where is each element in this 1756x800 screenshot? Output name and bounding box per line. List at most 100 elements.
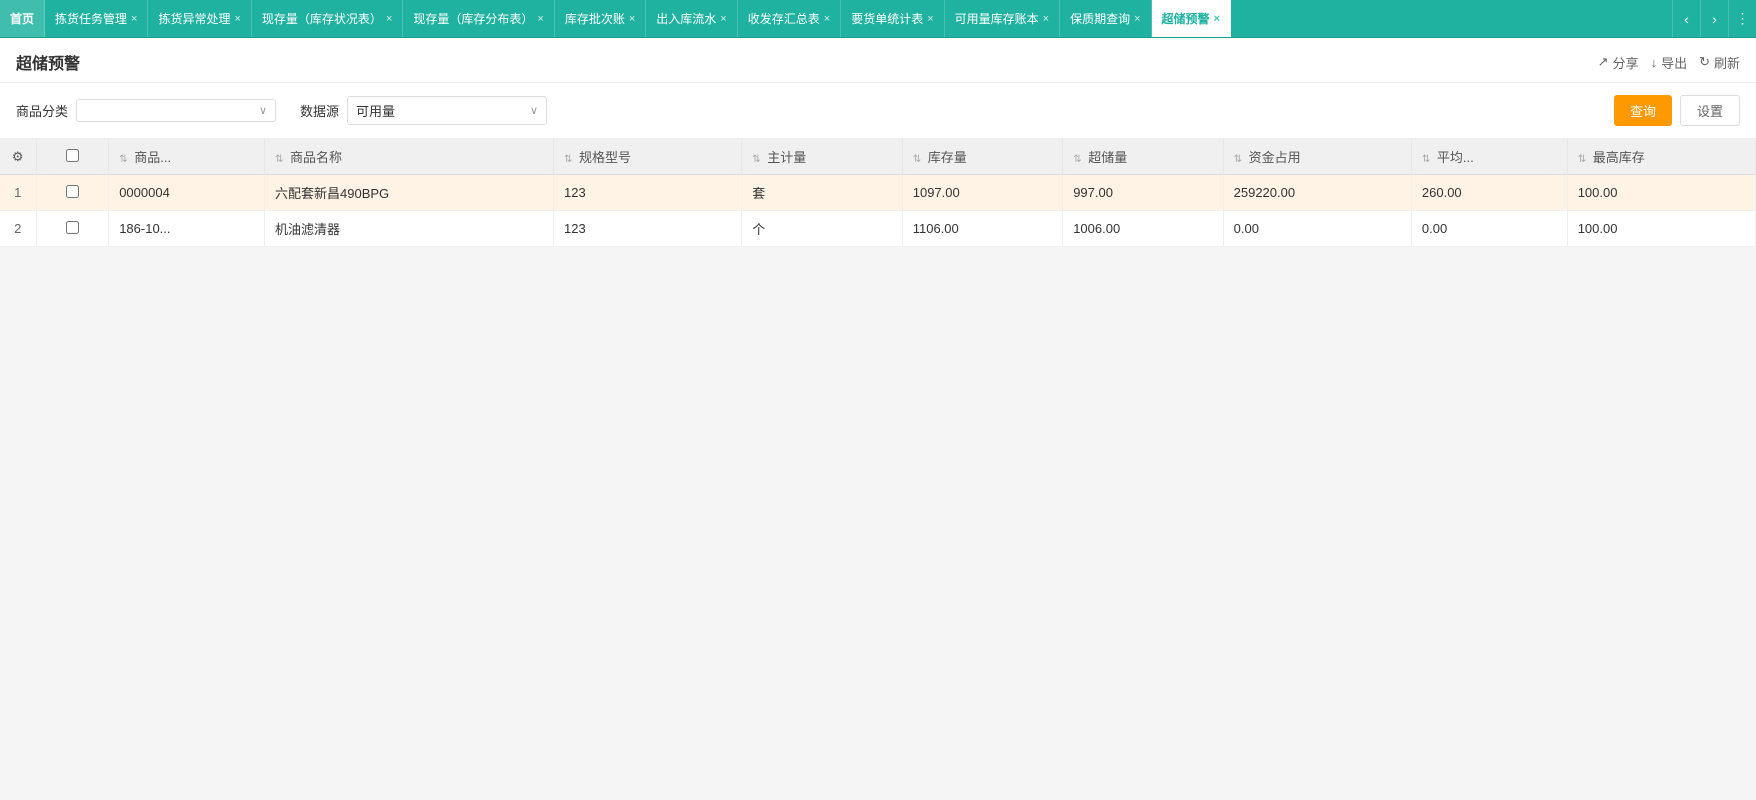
column-overstock[interactable]: ⇅ 超储量	[1063, 139, 1223, 175]
filter-area: 商品分类 ∨ 数据源 可用量 ∨ 查询 设置	[0, 83, 1756, 139]
datasource-filter-group: 数据源 可用量 ∨	[300, 96, 547, 125]
nav-tab-task[interactable]: 拣货任务管理 ×	[45, 0, 148, 37]
table-row: 2186-10...机油滤清器123个1106.001006.000.000.0…	[0, 211, 1756, 247]
export-button[interactable]: ↓ 导出	[1651, 53, 1688, 72]
nav-tab-inventory-status[interactable]: 现存量（库存状况表） ×	[252, 0, 403, 37]
datasource-select[interactable]: 可用量 ∨	[347, 96, 547, 125]
nav-tab-label-available: 可用量库存账本	[955, 10, 1039, 27]
table-row: 10000004六配套新昌490BPG123套1097.00997.002592…	[0, 175, 1756, 211]
column-capital[interactable]: ⇅ 资金占用	[1223, 139, 1411, 175]
cell-product_code-0: 0000004	[109, 175, 265, 211]
nav-prev-button[interactable]: ‹	[1672, 0, 1700, 38]
nav-tab-close-quality[interactable]: ×	[1134, 13, 1140, 25]
datasource-label: 数据源	[300, 101, 339, 120]
nav-arrows: ‹ › ⋮	[1672, 0, 1756, 38]
sort-icon-unit: ⇅	[752, 154, 760, 165]
cell-rownum-1: 2	[0, 211, 36, 247]
nav-tab-label-inout: 出入库流水	[656, 10, 716, 27]
data-table: ⚙ ⇅ 商品... ⇅ 商品名称	[0, 139, 1756, 247]
datasource-value: 可用量	[356, 101, 395, 120]
nav-tab-order-stat[interactable]: 要货单统计表 ×	[841, 0, 944, 37]
nav-tab-close-overstock[interactable]: ×	[1214, 13, 1220, 25]
column-avg[interactable]: ⇅ 平均...	[1411, 139, 1567, 175]
nav-tab-available[interactable]: 可用量库存账本 ×	[945, 0, 1060, 37]
column-product-name[interactable]: ⇅ 商品名称	[265, 139, 554, 175]
query-button[interactable]: 查询	[1614, 95, 1672, 126]
share-icon: ↗	[1598, 54, 1609, 70]
sort-icon-spec: ⇅	[564, 154, 572, 165]
nav-tab-quality[interactable]: 保质期查询 ×	[1060, 0, 1151, 37]
column-spec[interactable]: ⇅ 规格型号	[554, 139, 742, 175]
nav-tab-label-task: 拣货任务管理	[55, 10, 127, 27]
page-title: 超储预警	[16, 50, 80, 74]
nav-tab-inout[interactable]: 出入库流水 ×	[646, 0, 737, 37]
cell-stock-0: 1097.00	[902, 175, 1062, 211]
nav-tab-overstock[interactable]: 超储预警×	[1152, 0, 1231, 37]
sort-icon-capital: ⇅	[1234, 154, 1242, 165]
export-icon: ↓	[1651, 55, 1658, 70]
nav-tab-label-collect: 收发存汇总表	[748, 10, 820, 27]
sort-icon-avg: ⇅	[1422, 154, 1430, 165]
cell-max_stock-1: 100.00	[1567, 211, 1755, 247]
cell-checkbox-0[interactable]	[36, 175, 109, 211]
cell-product_name-1: 机油滤清器	[265, 211, 554, 247]
cell-product_code-1: 186-10...	[109, 211, 265, 247]
category-label: 商品分类	[16, 101, 68, 120]
row-checkbox-1[interactable]	[66, 221, 79, 234]
nav-tab-close-inventory-status[interactable]: ×	[386, 13, 392, 25]
sort-icon-name: ⇅	[275, 154, 283, 165]
cell-spec-1: 123	[554, 211, 742, 247]
nav-next-button[interactable]: ›	[1700, 0, 1728, 38]
cell-spec-0: 123	[554, 175, 742, 211]
datasource-chevron-icon: ∨	[530, 104, 538, 117]
refresh-icon: ↻	[1699, 54, 1710, 70]
select-all-checkbox[interactable]	[66, 149, 79, 162]
cell-checkbox-1[interactable]	[36, 211, 109, 247]
cell-unit-0: 套	[742, 175, 902, 211]
nav-tab-close-collect[interactable]: ×	[824, 13, 830, 25]
nav-tab-close-inout[interactable]: ×	[720, 13, 726, 25]
action-buttons: 查询 设置	[1614, 95, 1740, 126]
column-max-stock[interactable]: ⇅ 最高库存	[1567, 139, 1755, 175]
cell-avg-1: 0.00	[1411, 211, 1567, 247]
column-unit[interactable]: ⇅ 主计量	[742, 139, 902, 175]
cell-rownum-0: 1	[0, 175, 36, 211]
nav-more-button[interactable]: ⋮	[1728, 0, 1756, 38]
nav-tab-collect[interactable]: 收发存汇总表 ×	[738, 0, 841, 37]
column-checkbox[interactable]	[36, 139, 109, 175]
column-gear[interactable]: ⚙	[0, 139, 36, 175]
nav-tab-close-available[interactable]: ×	[1043, 13, 1049, 25]
nav-tab-label-batch: 库存批次账	[565, 10, 625, 27]
share-button[interactable]: ↗ 分享	[1598, 53, 1639, 72]
column-product-code[interactable]: ⇅ 商品...	[109, 139, 265, 175]
nav-tab-label-home: 首页	[10, 10, 34, 27]
refresh-button[interactable]: ↻ 刷新	[1699, 53, 1740, 72]
app-container: 首页拣货任务管理×拣货异常处理×现存量（库存状况表）×现存量（库存分布表）×库存…	[0, 0, 1756, 247]
nav-tab-close-batch[interactable]: ×	[629, 13, 635, 25]
settings-button[interactable]: 设置	[1680, 95, 1740, 126]
category-select[interactable]: ∨	[76, 99, 276, 122]
nav-tab-close-inventory-dist[interactable]: ×	[537, 13, 543, 25]
sort-icon-stock: ⇅	[913, 154, 921, 165]
nav-tab-label-inventory-dist: 现存量（库存分布表）	[413, 10, 533, 27]
nav-tab-home[interactable]: 首页	[0, 0, 45, 37]
row-checkbox-0[interactable]	[66, 185, 79, 198]
cell-unit-1: 个	[742, 211, 902, 247]
nav-tab-label-order-stat: 要货单统计表	[851, 10, 923, 27]
nav-tab-close-abnormal[interactable]: ×	[234, 13, 240, 25]
nav-tab-label-quality: 保质期查询	[1070, 10, 1130, 27]
cell-max_stock-0: 100.00	[1567, 175, 1755, 211]
nav-tab-label-inventory-status: 现存量（库存状况表）	[262, 10, 382, 27]
cell-capital-1: 0.00	[1223, 211, 1411, 247]
gear-icon: ⚙	[12, 149, 24, 164]
column-stock[interactable]: ⇅ 库存量	[902, 139, 1062, 175]
nav-tab-abnormal[interactable]: 拣货异常处理 ×	[148, 0, 251, 37]
nav-tab-batch[interactable]: 库存批次账 ×	[555, 0, 646, 37]
nav-tab-inventory-dist[interactable]: 现存量（库存分布表） ×	[403, 0, 554, 37]
table-container: ⚙ ⇅ 商品... ⇅ 商品名称	[0, 139, 1756, 247]
nav-tab-close-task[interactable]: ×	[131, 13, 137, 25]
cell-product_name-0: 六配套新昌490BPG	[265, 175, 554, 211]
sort-icon-overstock: ⇅	[1073, 154, 1081, 165]
nav-tab-close-order-stat[interactable]: ×	[927, 13, 933, 25]
nav-tab-label-abnormal: 拣货异常处理	[158, 10, 230, 27]
